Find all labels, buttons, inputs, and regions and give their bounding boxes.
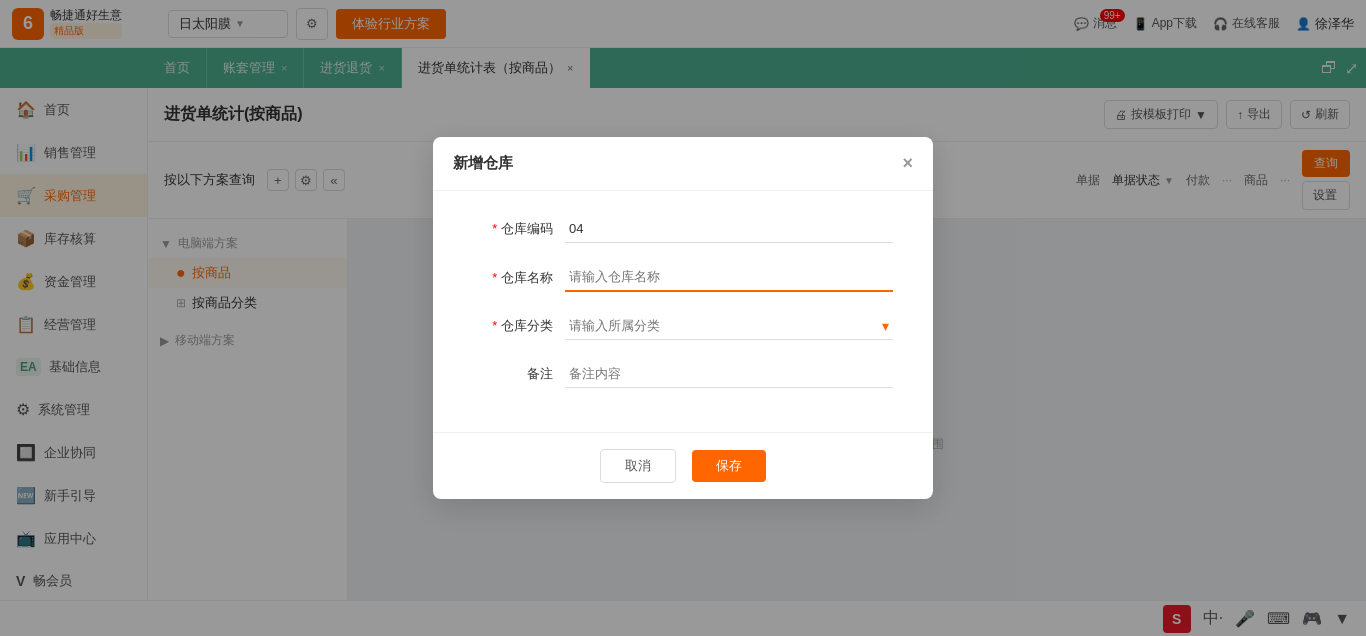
modal-body: 仓库编码 仓库名称 仓库分类 ▾ 备注 [433, 191, 933, 432]
form-row-code: 仓库编码 [473, 215, 893, 243]
modal-title: 新增仓库 [453, 154, 513, 173]
form-row-note: 备注 [473, 360, 893, 388]
form-row-name: 仓库名称 [473, 263, 893, 292]
modal-close-button[interactable]: × [902, 153, 913, 174]
category-dropdown-arrow[interactable]: ▾ [882, 318, 889, 334]
name-label: 仓库名称 [473, 269, 553, 287]
category-input[interactable] [565, 312, 893, 339]
form-row-category: 仓库分类 ▾ [473, 312, 893, 340]
modal-footer: 取消 保存 [433, 432, 933, 499]
category-label: 仓库分类 [473, 317, 553, 335]
code-input[interactable] [565, 215, 893, 243]
add-warehouse-modal: 新增仓库 × 仓库编码 仓库名称 仓库分类 ▾ [433, 137, 933, 499]
modal-header: 新增仓库 × [433, 137, 933, 191]
cancel-button[interactable]: 取消 [600, 449, 676, 483]
category-select-wrap: ▾ [565, 312, 893, 340]
note-label: 备注 [473, 365, 553, 383]
save-button[interactable]: 保存 [692, 450, 766, 482]
code-label: 仓库编码 [473, 220, 553, 238]
modal-overlay: 新增仓库 × 仓库编码 仓库名称 仓库分类 ▾ [0, 0, 1366, 636]
note-input[interactable] [565, 360, 893, 388]
name-input[interactable] [565, 263, 893, 292]
